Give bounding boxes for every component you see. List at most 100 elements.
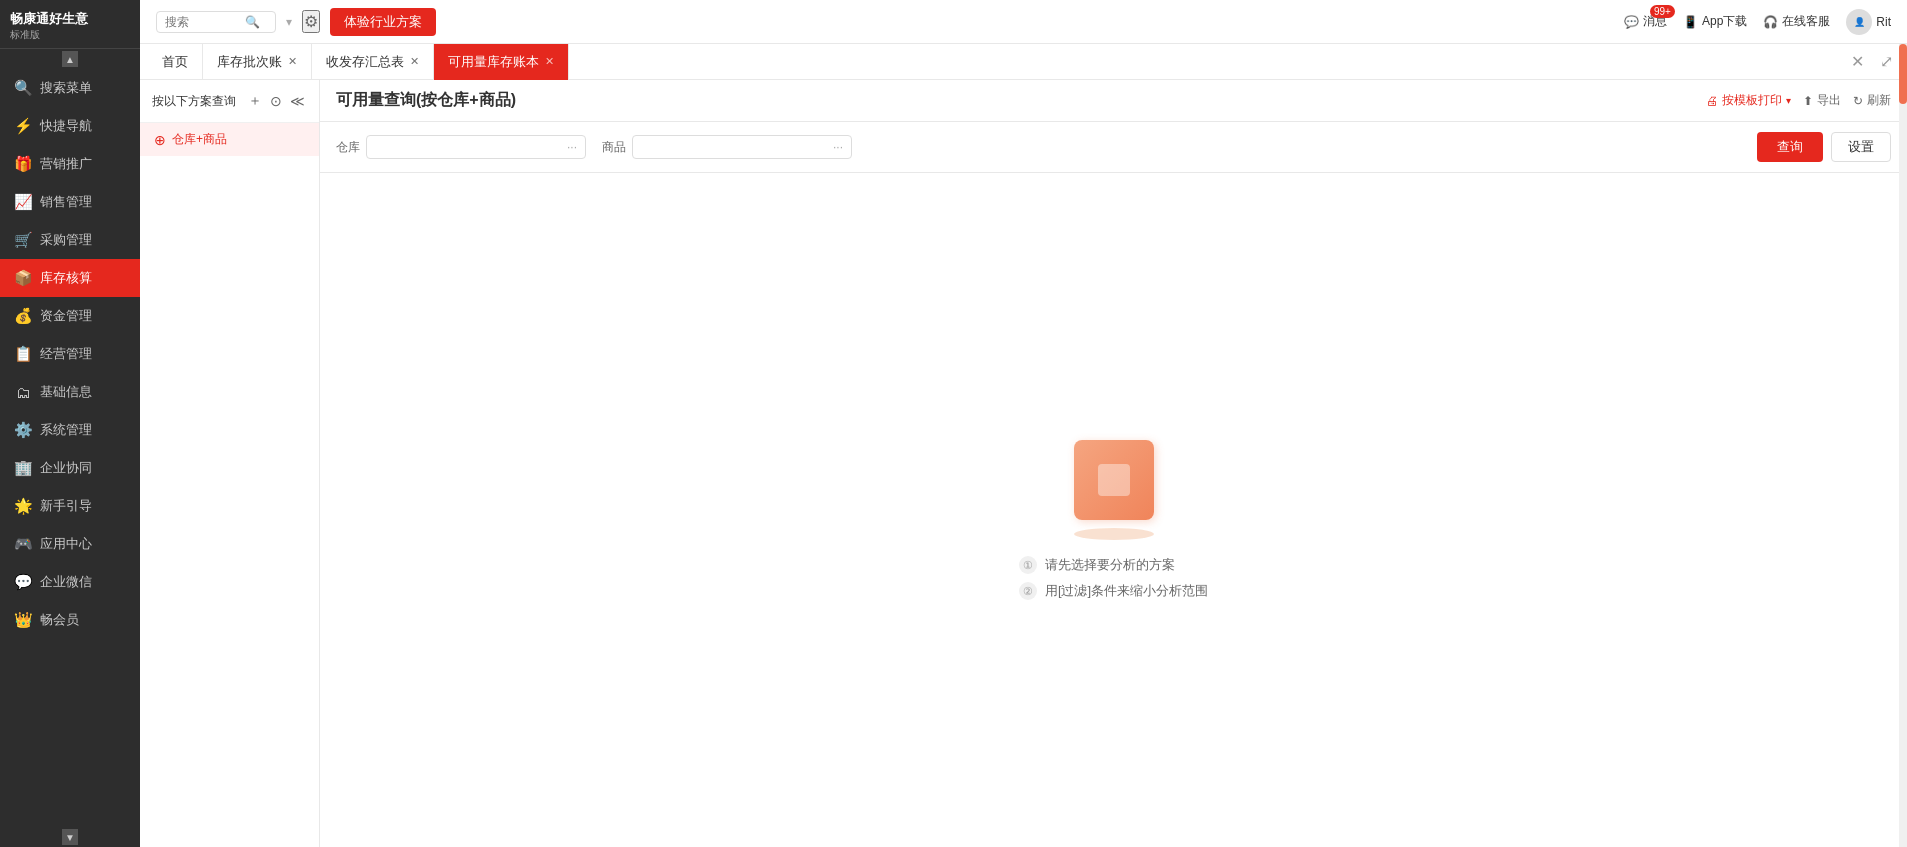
settings-scheme-btn[interactable]: ⊙	[268, 91, 284, 111]
header-right: 💬 消息 99+ 📱 App下载 🎧 在线客服 👤 Rit	[1624, 9, 1891, 35]
left-panel-actions: ＋ ⊙ ≪	[246, 90, 307, 112]
sidebar-item-marketing[interactable]: 🎁 营销推广	[0, 145, 140, 183]
sidebar-item-label: 采购管理	[40, 231, 92, 249]
avatar: 👤	[1846, 9, 1872, 35]
search-icon: 🔍	[14, 79, 32, 97]
tab-receipt-summary-label: 收发存汇总表	[326, 53, 404, 71]
empty-hint-1: ① 请先选择要分析的方案	[1019, 556, 1208, 574]
sidebar-logo: 畅康通好生意 标准版	[0, 0, 140, 49]
tab-receipt-summary[interactable]: 收发存汇总表 ✕	[312, 44, 434, 80]
sidebar-item-system[interactable]: ⚙️ 系统管理	[0, 411, 140, 449]
scheme-item-warehouse-product[interactable]: ⊕ 仓库+商品	[140, 123, 319, 156]
product-input[interactable]: ···	[632, 135, 852, 159]
scroll-down-btn[interactable]: ▼	[62, 829, 78, 845]
sidebar-item-member[interactable]: 👑 畅会员	[0, 601, 140, 639]
home-label: 首页	[162, 53, 188, 71]
dropdown-arrow-icon[interactable]: ▾	[286, 15, 292, 29]
sidebar-item-purchase[interactable]: 🛒 采购管理	[0, 221, 140, 259]
right-content: 可用量查询(按仓库+商品) 🖨 按模板打印 ▾ ⬆ 导出 ↻ 刷新	[320, 80, 1907, 847]
empty-illustration	[1054, 420, 1174, 540]
username-label: Rit	[1876, 15, 1891, 29]
empty-box-graphic	[1074, 440, 1154, 520]
export-label: 导出	[1817, 92, 1841, 109]
query-btn[interactable]: 查询	[1757, 132, 1823, 162]
expand-tabs-btn[interactable]: ⤢	[1874, 50, 1899, 73]
warehouse-input[interactable]: ···	[366, 135, 586, 159]
sidebar-item-label: 快捷导航	[40, 117, 92, 135]
box-face	[1098, 464, 1130, 496]
industry-solution-btn[interactable]: 体验行业方案	[330, 8, 436, 36]
sidebar-item-inventory[interactable]: 📦 库存核算	[0, 259, 140, 297]
search-input[interactable]	[165, 15, 245, 29]
user-profile-btn[interactable]: 👤 Rit	[1846, 9, 1891, 35]
gift-icon: 🎁	[14, 155, 32, 173]
add-scheme-btn[interactable]: ＋	[246, 90, 264, 112]
close-all-tabs-btn[interactable]: ✕	[1845, 50, 1870, 73]
scroll-up-btn[interactable]: ▲	[62, 51, 78, 67]
scrollbar-thumb[interactable]	[1899, 44, 1907, 104]
sidebar-item-quick-nav[interactable]: ⚡ 快捷导航	[0, 107, 140, 145]
content-area: 按以下方案查询 ＋ ⊙ ≪ ⊕ 仓库+商品 可用量查询(按仓库+商品) 🖨	[140, 80, 1907, 847]
sidebar-item-new-guide[interactable]: 🌟 新手引导	[0, 487, 140, 525]
export-btn[interactable]: ⬆ 导出	[1803, 92, 1841, 109]
product-more-btn[interactable]: ···	[833, 140, 843, 154]
empty-shadow	[1074, 528, 1154, 540]
right-scrollbar	[1899, 44, 1907, 847]
scheme-icon: ⊕	[154, 132, 166, 148]
sidebar-item-finance[interactable]: 💰 资金管理	[0, 297, 140, 335]
game-icon: 🎮	[14, 535, 32, 553]
left-panel-title: 按以下方案查询	[152, 93, 240, 110]
online-service-btn[interactable]: 🎧 在线客服	[1763, 13, 1830, 30]
sidebar-item-label: 营销推广	[40, 155, 92, 173]
tab-home[interactable]: 首页	[148, 44, 203, 80]
top-search-box[interactable]: 🔍	[156, 11, 276, 33]
main-area: 🔍 ▾ ⚙ 体验行业方案 💬 消息 99+ 📱 App下载 🎧 在线客服 👤	[140, 0, 1907, 847]
filter-actions: 查询 设置	[1757, 132, 1891, 162]
lightning-icon: ⚡	[14, 117, 32, 135]
chat-icon: 💬	[14, 573, 32, 591]
money-icon: 💰	[14, 307, 32, 325]
tab-available-ledger[interactable]: 可用量库存账本 ✕	[434, 44, 569, 80]
tab-available-ledger-close[interactable]: ✕	[545, 55, 554, 68]
hint-num-2: ②	[1019, 582, 1037, 600]
avatar-initials: 👤	[1854, 17, 1865, 27]
sidebar-item-search[interactable]: 🔍 搜索菜单	[0, 69, 140, 107]
sidebar-item-app-center[interactable]: 🎮 应用中心	[0, 525, 140, 563]
sidebar-item-label: 应用中心	[40, 535, 92, 553]
sidebar-item-wechat[interactable]: 💬 企业微信	[0, 563, 140, 601]
warehouse-filter: 仓库 ···	[336, 135, 586, 159]
app-subtitle: 标准版	[10, 28, 130, 42]
crown-icon: 👑	[14, 611, 32, 629]
sidebar-item-label: 销售管理	[40, 193, 92, 211]
tabs-right: ✕ ⤢	[1845, 50, 1899, 73]
sidebar-scroll-down[interactable]: ▼	[0, 827, 140, 847]
empty-hints: ① 请先选择要分析的方案 ② 用[过滤]条件来缩小分析范围	[1019, 556, 1208, 600]
tab-batch-ledger[interactable]: 库存批次账 ✕	[203, 44, 312, 80]
sidebar-item-sales[interactable]: 📈 销售管理	[0, 183, 140, 221]
message-badge: 99+	[1650, 5, 1675, 18]
message-btn[interactable]: 💬 消息 99+	[1624, 13, 1667, 30]
sidebar-item-enterprise[interactable]: 🏢 企业协同	[0, 449, 140, 487]
sidebar-item-label: 库存核算	[40, 269, 92, 287]
sidebar-item-label: 搜索菜单	[40, 79, 92, 97]
sidebar-nav: 🔍 搜索菜单 ⚡ 快捷导航 🎁 营销推广 📈 销售管理 🛒 采购管理 📦 库存核…	[0, 69, 140, 827]
page-title: 可用量查询(按仓库+商品)	[336, 90, 1706, 111]
left-filter-panel: 按以下方案查询 ＋ ⊙ ≪ ⊕ 仓库+商品	[140, 80, 320, 847]
gear-settings-btn[interactable]: ⚙	[302, 10, 320, 33]
app-download-btn[interactable]: 📱 App下载	[1683, 13, 1747, 30]
page-header: 可用量查询(按仓库+商品) 🖨 按模板打印 ▾ ⬆ 导出 ↻ 刷新	[320, 80, 1907, 122]
filter-settings-btn[interactable]: 设置	[1831, 132, 1891, 162]
sidebar-item-base-info[interactable]: 🗂 基础信息	[0, 373, 140, 411]
empty-state: ① 请先选择要分析的方案 ② 用[过滤]条件来缩小分析范围	[320, 173, 1907, 847]
tab-receipt-summary-close[interactable]: ✕	[410, 55, 419, 68]
refresh-icon: ↻	[1853, 94, 1863, 108]
collapse-panel-btn[interactable]: ≪	[288, 91, 307, 111]
refresh-btn[interactable]: ↻ 刷新	[1853, 92, 1891, 109]
refresh-label: 刷新	[1867, 92, 1891, 109]
warehouse-more-btn[interactable]: ···	[567, 140, 577, 154]
template-print-btn[interactable]: 🖨 按模板打印 ▾	[1706, 92, 1791, 109]
sidebar-scroll-up[interactable]: ▲	[0, 49, 140, 69]
sidebar-item-operations[interactable]: 📋 经营管理	[0, 335, 140, 373]
print-dropdown-icon[interactable]: ▾	[1786, 95, 1791, 106]
tab-batch-ledger-close[interactable]: ✕	[288, 55, 297, 68]
